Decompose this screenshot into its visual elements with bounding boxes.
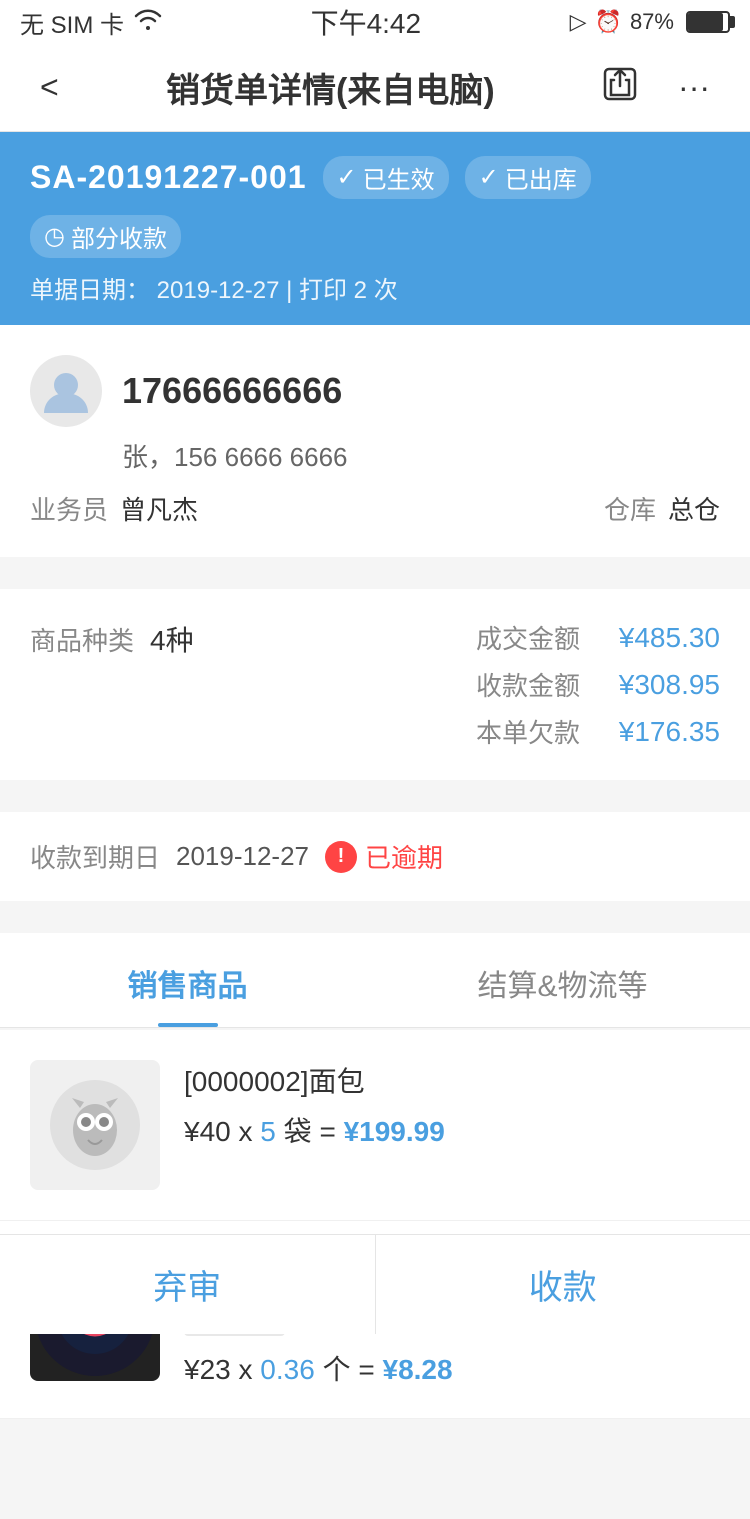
price-2: ¥23 (184, 1354, 231, 1385)
status-bar-left: 无 SIM 卡 (20, 5, 162, 40)
divider1 (0, 573, 750, 589)
order-id: SA-20191227-001 (30, 159, 307, 196)
page-title: 销货单详情(来自电脑) (166, 63, 495, 112)
qty-1: 5 (260, 1116, 276, 1147)
tabs-section: 销售商品 结算&物流等 (0, 933, 750, 1028)
order-header-row1: SA-20191227-001 ✓ 已生效 ✓ 已出库 ◷ 部分收款 (30, 156, 720, 258)
deal-amount-value: ¥485.30 (600, 622, 720, 654)
unit-1: 袋 (284, 1116, 312, 1147)
due-date: 2019-12-27 (176, 841, 309, 872)
due-label: 收款到期日 (30, 838, 160, 875)
badge-partial-payment: ◷ 部分收款 (30, 215, 181, 258)
salesman-value: 曾凡杰 (120, 490, 198, 527)
products-section: [0000002]面包 ¥40 x 5 袋 = ¥199.99 (0, 1030, 750, 1419)
nav-actions: ··· (592, 56, 720, 120)
back-button[interactable]: < (30, 59, 69, 116)
tab-settlement[interactable]: 结算&物流等 (375, 933, 750, 1027)
owed-amount-value: ¥176.35 (600, 716, 720, 748)
confirm-button[interactable]: 收款 (376, 1235, 750, 1334)
total-1: ¥199.99 (344, 1116, 445, 1147)
check-icon-shipped: ✓ (479, 163, 499, 192)
owed-amount-label: 本单欠款 (476, 713, 580, 750)
badge-activated: ✓ 已生效 (323, 156, 449, 199)
customer-sub-info: 张，156 6666 6666 (122, 437, 720, 474)
product-type-label: 商品种类 (30, 621, 134, 658)
share-button[interactable] (592, 56, 648, 120)
bottom-spacer (0, 1419, 750, 1519)
tab-products[interactable]: 销售商品 (0, 933, 375, 1027)
warehouse-label: 仓库 (604, 490, 656, 527)
received-amount-label: 收款金额 (476, 666, 580, 703)
divider2 (0, 796, 750, 812)
product-price-row-1: ¥40 x 5 袋 = ¥199.99 (184, 1110, 720, 1150)
product-type-value: 4种 (150, 619, 194, 659)
salesman-label: 业务员 (30, 490, 108, 527)
bottom-bar: 弃审 收款 (0, 1234, 750, 1334)
stat-item-owed: 本单欠款 ¥176.35 (476, 713, 720, 750)
qty-2: 0.36 (260, 1354, 315, 1385)
stats-row: 商品种类 4种 成交金额 ¥485.30 收款金额 ¥308.95 本单欠款 ¥… (30, 619, 720, 750)
nav-bar: < 销货单详情(来自电脑) ··· (0, 44, 750, 132)
location-icon: ▷ (570, 9, 587, 35)
customer-info-row: 业务员 曾凡杰 仓库 总仓 (30, 490, 720, 527)
deal-amount-label: 成交金额 (476, 619, 580, 656)
wifi-icon (134, 8, 162, 37)
product-item: [0000002]面包 ¥40 x 5 袋 = ¥199.99 (0, 1030, 750, 1221)
divider3 (0, 917, 750, 933)
stat-item-received: 收款金额 ¥308.95 (476, 666, 720, 703)
overdue-badge: ! 已逾期 (325, 838, 443, 875)
price-1: ¥40 (184, 1116, 231, 1147)
stat-item-deal: 成交金额 ¥485.30 (476, 619, 720, 656)
product-image-1 (30, 1060, 160, 1190)
stats-left: 商品种类 4种 (30, 619, 194, 659)
check-icon-activated: ✓ (337, 163, 357, 192)
received-amount-value: ¥308.95 (600, 669, 720, 701)
more-button[interactable]: ··· (668, 59, 720, 116)
carrier-label: 无 SIM 卡 (20, 5, 124, 40)
badge-shipped: ✓ 已出库 (465, 156, 591, 199)
cancel-button[interactable]: 弃审 (0, 1235, 376, 1334)
status-bar: 无 SIM 卡 下午4:42 ▷ ⏰ 87% (0, 0, 750, 44)
order-header: SA-20191227-001 ✓ 已生效 ✓ 已出库 ◷ 部分收款 单据日期：… (0, 132, 750, 325)
battery-icon (686, 11, 730, 33)
status-bar-time: 下午4:42 (311, 2, 422, 42)
customer-row: 17666666666 (30, 355, 720, 427)
overdue-icon: ! (325, 841, 357, 873)
overdue-label: 已逾期 (365, 838, 443, 875)
unit-2: 个 (323, 1354, 351, 1385)
customer-section: 17666666666 张，156 6666 6666 业务员 曾凡杰 仓库 总… (0, 325, 750, 557)
stats-right: 成交金额 ¥485.30 收款金额 ¥308.95 本单欠款 ¥176.35 (476, 619, 720, 750)
product-name-1: [0000002]面包 (184, 1060, 720, 1100)
battery-percent: 87% (630, 9, 674, 35)
stats-section: 商品种类 4种 成交金额 ¥485.30 收款金额 ¥308.95 本单欠款 ¥… (0, 589, 750, 780)
product-info-1: [0000002]面包 ¥40 x 5 袋 = ¥199.99 (184, 1060, 720, 1150)
product-price-row-2: ¥23 x 0.36 个 = ¥8.28 (184, 1348, 720, 1388)
warehouse-value: 总仓 (668, 490, 720, 527)
customer-phone: 17666666666 (122, 370, 342, 412)
avatar (30, 355, 102, 427)
total-2: ¥8.28 (383, 1354, 453, 1385)
status-bar-right: ▷ ⏰ 87% (570, 9, 730, 35)
order-meta: 单据日期： 2019-12-27 | 打印 2 次 (30, 270, 720, 305)
alarm-icon: ⏰ (595, 9, 622, 35)
clock-icon: ◷ (44, 222, 65, 251)
due-section: 收款到期日 2019-12-27 ! 已逾期 (0, 812, 750, 901)
